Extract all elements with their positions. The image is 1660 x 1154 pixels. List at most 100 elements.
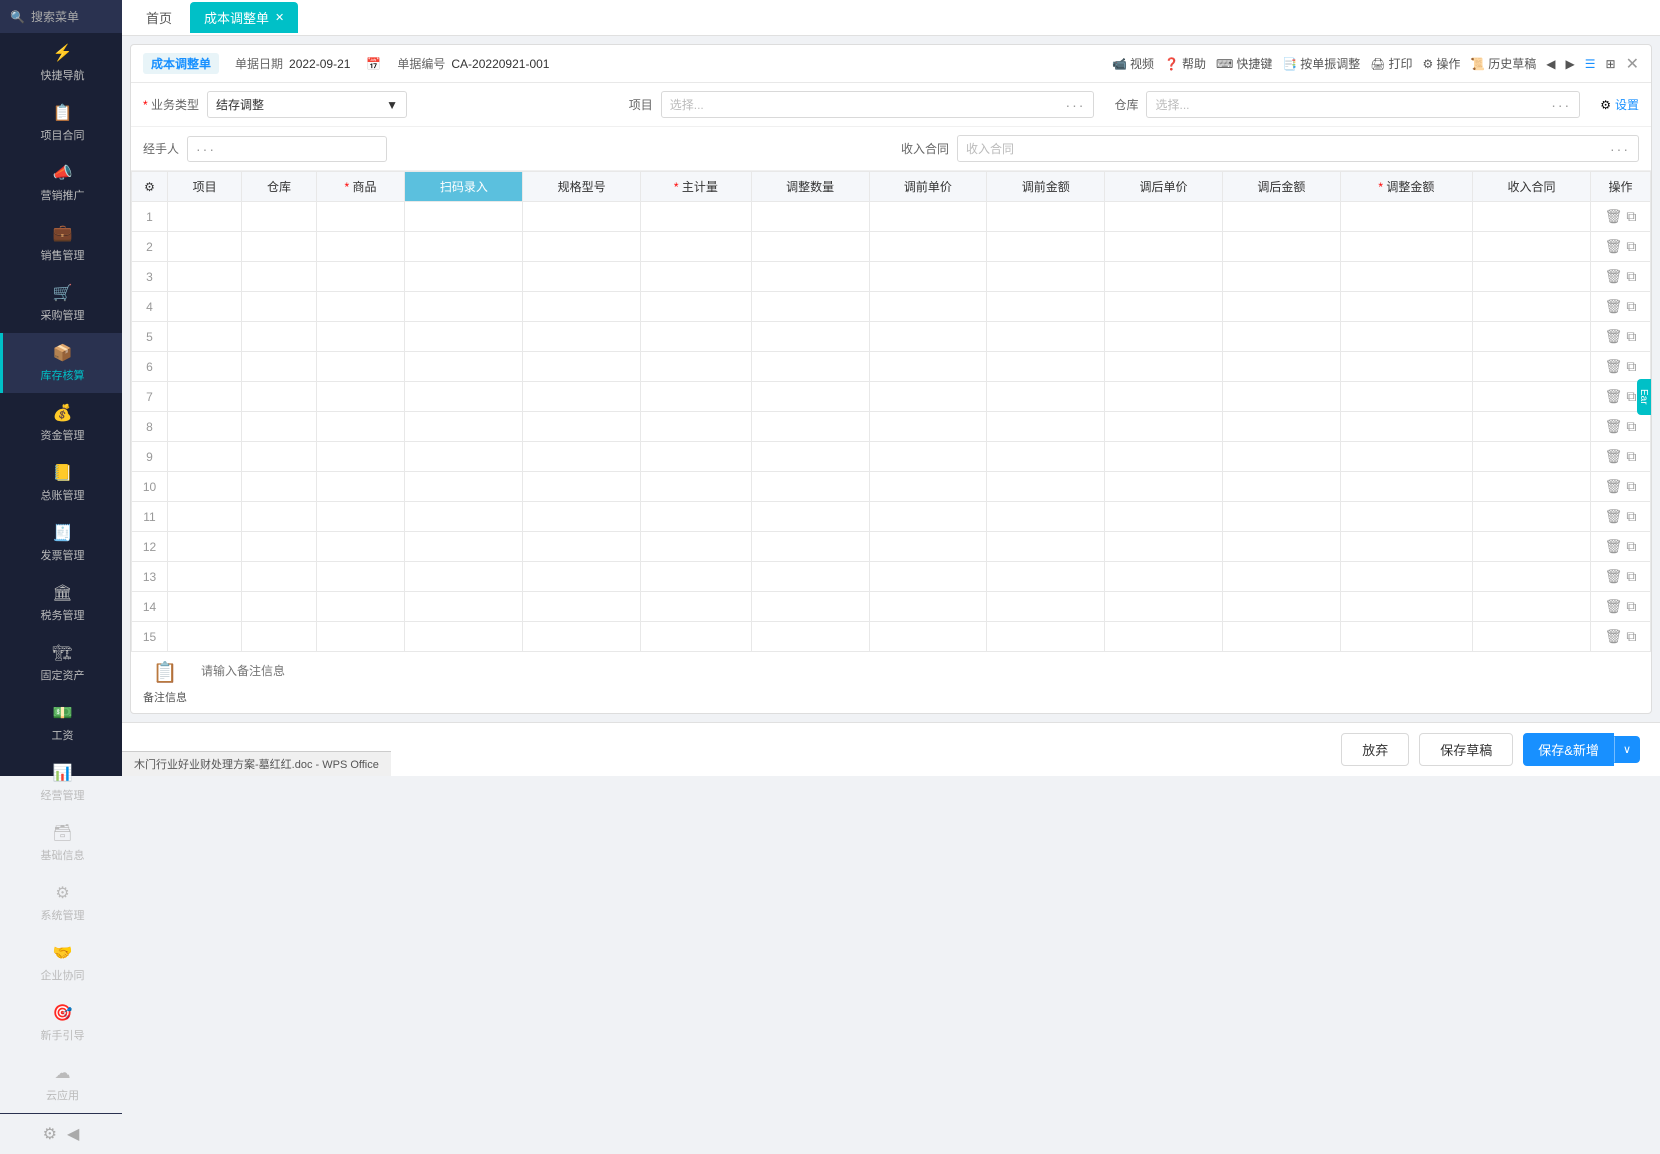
table-cell[interactable] [242, 322, 316, 352]
table-cell[interactable] [405, 472, 523, 502]
table-cell[interactable] [405, 502, 523, 532]
row-copy-icon[interactable]: ⧉ [1626, 598, 1636, 615]
table-cell[interactable] [523, 502, 641, 532]
table-cell[interactable] [523, 352, 641, 382]
remark-input[interactable] [197, 660, 1639, 682]
table-cell[interactable] [751, 472, 869, 502]
table-cell[interactable] [1105, 622, 1223, 652]
row-delete-icon[interactable]: 🗑 [1605, 328, 1623, 345]
row-copy-icon[interactable]: ⧉ [1626, 388, 1636, 405]
settings-button[interactable]: 设置 [1615, 96, 1639, 113]
table-cell[interactable] [1340, 412, 1472, 442]
table-cell[interactable] [1222, 322, 1340, 352]
abandon-button[interactable]: 放弃 [1341, 733, 1409, 766]
table-cell[interactable] [242, 292, 316, 322]
table-cell[interactable] [242, 262, 316, 292]
table-cell[interactable] [1340, 442, 1472, 472]
table-cell[interactable] [316, 262, 405, 292]
table-cell[interactable] [869, 442, 987, 472]
table-cell[interactable] [1473, 262, 1591, 292]
table-cell[interactable] [316, 382, 405, 412]
table-cell[interactable] [168, 352, 242, 382]
table-cell[interactable] [1340, 562, 1472, 592]
table-cell[interactable] [1105, 202, 1223, 232]
table-cell[interactable] [1222, 532, 1340, 562]
table-cell[interactable] [751, 292, 869, 322]
table-cell[interactable] [242, 382, 316, 412]
table-cell[interactable] [987, 382, 1105, 412]
nav-next-icon[interactable]: ▶ [1566, 57, 1575, 71]
row-delete-icon[interactable]: 🗑 [1605, 268, 1623, 285]
action-shortcuts[interactable]: ⌨ 快捷键 [1216, 55, 1272, 72]
row-delete-icon[interactable]: 🗑 [1605, 298, 1623, 315]
table-cell[interactable] [168, 442, 242, 472]
table-cell[interactable] [987, 352, 1105, 382]
table-cell[interactable] [316, 562, 405, 592]
table-cell[interactable] [1222, 442, 1340, 472]
table-cell[interactable] [1105, 352, 1223, 382]
table-cell[interactable] [869, 502, 987, 532]
table-cell[interactable] [869, 622, 987, 652]
table-cell[interactable] [641, 232, 752, 262]
table-cell[interactable] [316, 592, 405, 622]
table-cell[interactable] [1222, 562, 1340, 592]
table-cell[interactable] [641, 412, 752, 442]
table-cell[interactable] [987, 442, 1105, 472]
table-cell[interactable] [242, 622, 316, 652]
table-cell[interactable] [869, 202, 987, 232]
table-cell[interactable] [987, 622, 1105, 652]
table-cell[interactable] [987, 412, 1105, 442]
tab-home[interactable]: 首页 [132, 2, 186, 33]
table-cell[interactable] [869, 382, 987, 412]
row-copy-icon[interactable]: ⧉ [1626, 358, 1636, 375]
table-cell[interactable] [869, 412, 987, 442]
table-cell[interactable] [316, 292, 405, 322]
row-copy-icon[interactable]: ⧉ [1626, 268, 1636, 285]
table-cell[interactable] [641, 352, 752, 382]
row-delete-icon[interactable]: 🗑 [1605, 418, 1623, 435]
table-cell[interactable] [523, 472, 641, 502]
table-cell[interactable] [242, 232, 316, 262]
table-cell[interactable] [168, 202, 242, 232]
table-cell[interactable] [1105, 262, 1223, 292]
table-cell[interactable] [1473, 352, 1591, 382]
table-cell[interactable] [168, 292, 242, 322]
table-cell[interactable] [1473, 442, 1591, 472]
table-cell[interactable] [1105, 322, 1223, 352]
table-cell[interactable] [316, 442, 405, 472]
table-cell[interactable] [869, 562, 987, 592]
table-cell[interactable] [1340, 292, 1472, 322]
warehouse-input[interactable]: 选择... ··· [1146, 91, 1580, 118]
collapse-icon[interactable]: ◀ [67, 1124, 79, 1144]
row-delete-icon[interactable]: 🗑 [1605, 568, 1623, 585]
table-cell[interactable] [1222, 292, 1340, 322]
row-delete-icon[interactable]: 🗑 [1605, 358, 1623, 375]
row-delete-icon[interactable]: 🗑 [1605, 508, 1623, 525]
table-cell[interactable] [523, 442, 641, 472]
table-cell[interactable] [242, 352, 316, 382]
table-cell[interactable] [168, 382, 242, 412]
sidebar-item-fixed-assets[interactable]: 🏗 固定资产 [0, 633, 122, 693]
table-cell[interactable] [405, 232, 523, 262]
save-draft-button[interactable]: 保存草稿 [1419, 733, 1513, 766]
table-cell[interactable] [1473, 562, 1591, 592]
table-cell[interactable] [405, 412, 523, 442]
table-cell[interactable] [1473, 502, 1591, 532]
table-cell[interactable] [242, 532, 316, 562]
table-cell[interactable] [316, 352, 405, 382]
table-cell[interactable] [1105, 442, 1223, 472]
action-help[interactable]: ❓ 帮助 [1164, 55, 1206, 72]
save-new-arrow-button[interactable]: ∨ [1614, 736, 1640, 763]
table-cell[interactable] [641, 322, 752, 352]
action-operate[interactable]: ⚙ 操作 [1423, 55, 1461, 72]
table-cell[interactable] [316, 202, 405, 232]
table-cell[interactable] [1105, 592, 1223, 622]
sidebar-item-ledger-mgmt[interactable]: 📒 总账管理 [0, 453, 122, 513]
table-cell[interactable] [751, 442, 869, 472]
table-cell[interactable] [1473, 292, 1591, 322]
table-cell[interactable] [523, 202, 641, 232]
table-cell[interactable] [641, 262, 752, 292]
table-cell[interactable] [869, 532, 987, 562]
table-cell[interactable] [405, 592, 523, 622]
table-cell[interactable] [1473, 232, 1591, 262]
